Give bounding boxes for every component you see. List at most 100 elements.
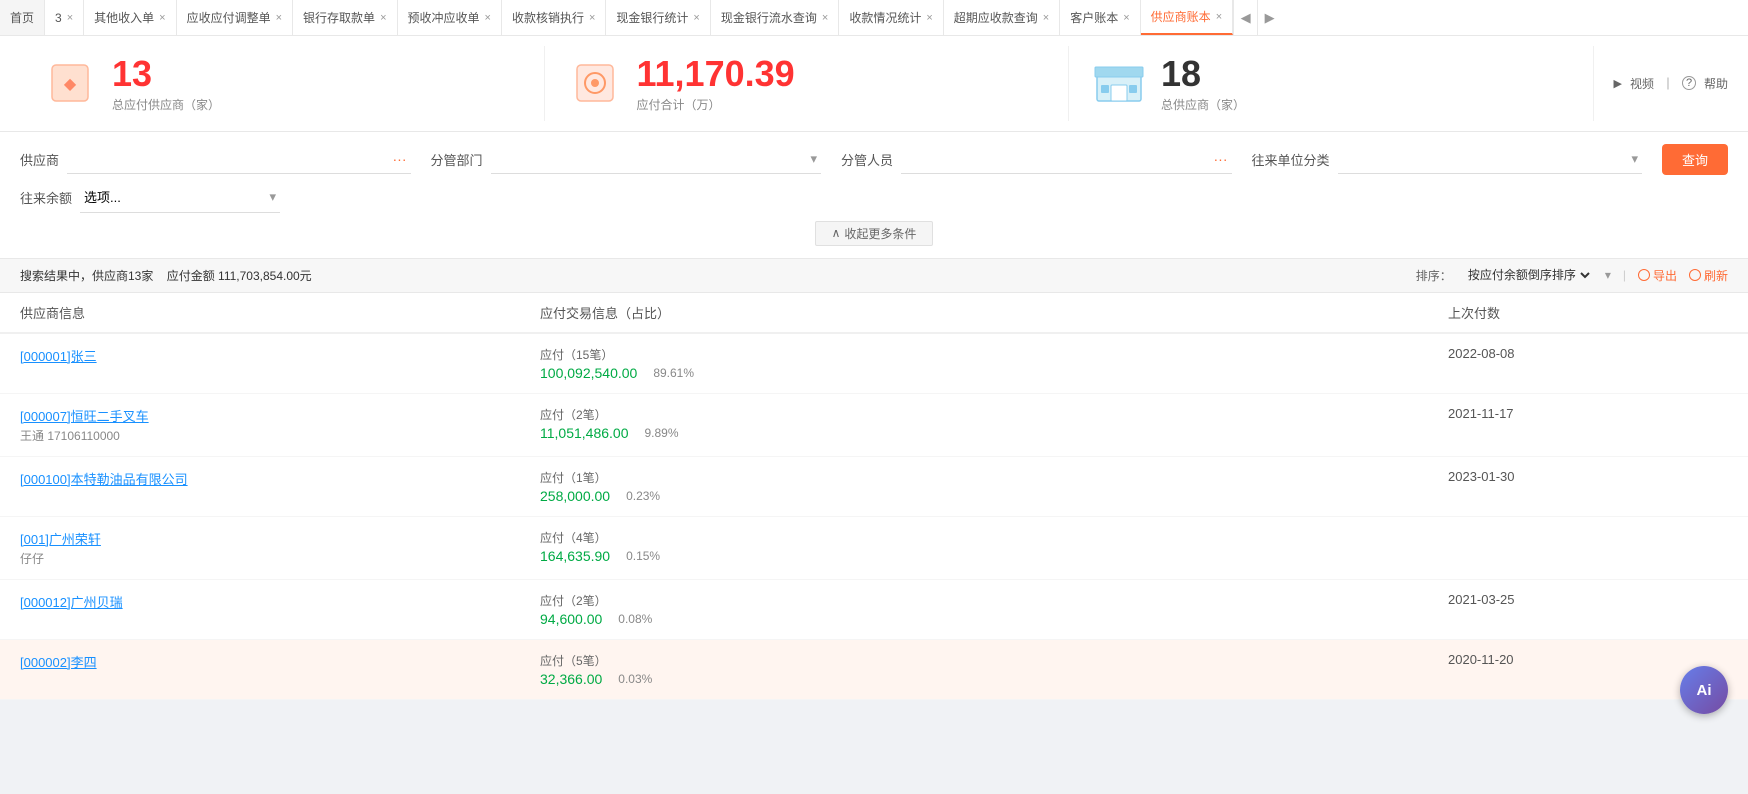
- tx-amount-2[interactable]: 11,051,486.00: [540, 425, 629, 441]
- collapse-bar: ∧ 收起更多条件: [20, 221, 1728, 246]
- query-button[interactable]: 查询: [1662, 144, 1728, 175]
- tx-label-1: 应付（15笔）: [540, 346, 1448, 363]
- balance-select[interactable]: 选项...: [80, 183, 280, 212]
- supplier-name-1[interactable]: [000001]张三: [20, 346, 540, 365]
- nav-tab-overdue-close[interactable]: ×: [1043, 12, 1049, 24]
- tx-label-3: 应付（1笔）: [540, 469, 1448, 486]
- nav-tab-bank[interactable]: 银行存取款单 ×: [293, 0, 397, 35]
- sort-select[interactable]: 按应付余额倒序排序: [1464, 267, 1593, 283]
- tx-amount-4[interactable]: 164,635.90: [540, 548, 610, 564]
- tx-cell-3: 应付（1笔） 258,000.00 0.23%: [540, 469, 1448, 504]
- nav-tab-cash-stats[interactable]: 现金银行统计 ×: [606, 0, 710, 35]
- nav-tab-collect-stats-label: 收款情况统计: [849, 9, 921, 26]
- stat-total-number: 11,170.39: [637, 54, 795, 94]
- tx-row-3: 258,000.00 0.23%: [540, 488, 1448, 504]
- nav-tab-cash-stats-close[interactable]: ×: [693, 12, 699, 24]
- category-select[interactable]: [1338, 144, 1642, 173]
- nav-tab-collect[interactable]: 收款核销执行 ×: [502, 0, 606, 35]
- nav-tab-collect-stats-close[interactable]: ×: [926, 12, 932, 24]
- nav-tab-prepay[interactable]: 预收冲应收单 ×: [398, 0, 502, 35]
- supplier-sub-2: 王通 17106110000: [20, 427, 540, 444]
- result-actions: 排序： 按应付余额倒序排序 ▾ | 导出 刷新: [1416, 267, 1728, 284]
- supplier-cell-6: [000002]李四: [20, 652, 540, 671]
- nav-tab-customer-close[interactable]: ×: [1123, 12, 1129, 24]
- supplier-dotted-icon: ···: [393, 151, 407, 167]
- tx-row-6: 32,366.00 0.03%: [540, 671, 1448, 687]
- last-pay-1: 2022-08-08: [1448, 346, 1515, 361]
- filter-row-2: 往来余额 选项... ▾: [20, 183, 1728, 213]
- collapse-button[interactable]: ∧ 收起更多条件: [815, 221, 934, 246]
- ai-button[interactable]: Ai: [1680, 666, 1728, 714]
- nav-tab-bank-close[interactable]: ×: [380, 12, 386, 24]
- category-select-wrapper[interactable]: ▾: [1338, 144, 1642, 174]
- tx-percent-1: 89.61%: [653, 366, 694, 380]
- tx-amount-6[interactable]: 32,366.00: [540, 671, 602, 687]
- stat-total-supplier-number: 18: [1161, 54, 1245, 94]
- nav-tab-other-income[interactable]: 其他收入单 ×: [84, 0, 176, 35]
- nav-tab-collect-stats[interactable]: 收款情况统计 ×: [839, 0, 943, 35]
- table-row: [000007]恒旺二手叉车 王通 17106110000 应付（2笔） 11,…: [0, 394, 1748, 457]
- nav-tab-cash-flow-close[interactable]: ×: [822, 12, 828, 24]
- supplier-cell-4: [001]广州荣轩 仔仔: [20, 529, 540, 567]
- supplier-input[interactable]: [71, 144, 392, 174]
- supplier-name-2[interactable]: [000007]恒旺二手叉车: [20, 406, 540, 425]
- nav-tab-prepay-close[interactable]: ×: [485, 12, 491, 24]
- nav-tab-overdue[interactable]: 超期应收款查询 ×: [944, 0, 1060, 35]
- help-link[interactable]: 帮助: [1704, 75, 1728, 92]
- nav-tab-supplier-close[interactable]: ×: [1216, 11, 1222, 23]
- nav-tab-other-income-close[interactable]: ×: [159, 12, 165, 24]
- nav-tab-3[interactable]: 3 ×: [45, 0, 84, 35]
- dept-select-wrapper[interactable]: ▾: [491, 144, 821, 174]
- supplier-name-3[interactable]: [000100]本特勒油品有限公司: [20, 469, 540, 488]
- refresh-label: 刷新: [1704, 267, 1728, 284]
- filter-person: 分管人员 ···: [841, 144, 1232, 174]
- nav-tab-bank-label: 银行存取款单: [303, 9, 375, 26]
- supplier-name-4[interactable]: [001]广州荣轩: [20, 529, 540, 548]
- tx-amount-5[interactable]: 94,600.00: [540, 611, 602, 627]
- tx-amount-3[interactable]: 258,000.00: [540, 488, 610, 504]
- nav-tab-cash-flow[interactable]: 现金银行流水查询 ×: [711, 0, 839, 35]
- export-label: 导出: [1653, 267, 1677, 284]
- filter-category-label: 往来单位分类: [1252, 150, 1330, 169]
- filter-supplier: 供应商 ···: [20, 144, 411, 174]
- supplier-cell-5: [000012]广州贝瑞: [20, 592, 540, 611]
- supplier-name-5[interactable]: [000012]广州贝瑞: [20, 592, 540, 611]
- grain-icon: [565, 56, 625, 111]
- nav-tab-adjust-close[interactable]: ×: [276, 12, 282, 24]
- filter-dept-label: 分管部门: [431, 150, 483, 169]
- nav-tab-home[interactable]: 首页: [0, 0, 45, 35]
- nav-tab-collect-close[interactable]: ×: [589, 12, 595, 24]
- supplier-name-6[interactable]: [000002]李四: [20, 652, 540, 671]
- video-link[interactable]: 视频: [1630, 75, 1654, 92]
- refresh-button[interactable]: 刷新: [1689, 267, 1728, 284]
- nav-next-arrow[interactable]: ▶: [1257, 0, 1281, 36]
- person-input[interactable]: [905, 144, 1213, 174]
- stat-right-links: ▶ 视频 ｜ ? 帮助: [1594, 46, 1729, 121]
- nav-tab-adjust[interactable]: 应收应付调整单 ×: [177, 0, 293, 35]
- filter-category: 往来单位分类 ▾: [1252, 144, 1643, 174]
- refresh-icon: [1689, 269, 1701, 281]
- tx-cell-1: 应付（15笔） 100,092,540.00 89.61%: [540, 346, 1448, 381]
- sort-chevron-icon: ▾: [1605, 268, 1611, 282]
- filter-supplier-label: 供应商: [20, 150, 59, 169]
- tx-amount-1[interactable]: 100,092,540.00: [540, 365, 637, 381]
- tx-row-5: 94,600.00 0.08%: [540, 611, 1448, 627]
- nav-tab-3-close[interactable]: ×: [67, 12, 73, 24]
- dept-select[interactable]: [491, 144, 821, 173]
- stats-bar: ◆ 13 总应付供应商（家） 11,170.39 应付合计（万）: [0, 36, 1748, 132]
- export-button[interactable]: 导出: [1638, 267, 1677, 284]
- top-navigation: 首页 3 × 其他收入单 × 应收应付调整单 × 银行存取款单 × 预收冲应收单…: [0, 0, 1748, 36]
- nav-tab-other-income-label: 其他收入单: [94, 9, 154, 26]
- balance-select-wrapper[interactable]: 选项... ▾: [80, 183, 280, 213]
- nav-tab-supplier[interactable]: 供应商账本 ×: [1141, 0, 1233, 35]
- filter-area: 供应商 ··· 分管部门 ▾ 分管人员 ···: [0, 132, 1748, 259]
- result-info: 搜索结果中，供应商13家 应付金额 111,703,854.00元: [20, 267, 312, 284]
- sort-label: 排序：: [1416, 267, 1452, 284]
- result-supplier-count: 搜索结果中，供应商13家: [20, 269, 153, 283]
- supplier-sub-4: 仔仔: [20, 550, 540, 567]
- nav-prev-arrow[interactable]: ◀: [1233, 0, 1257, 36]
- last-pay-3: 2023-01-30: [1448, 469, 1515, 484]
- nav-tab-customer[interactable]: 客户账本 ×: [1060, 0, 1140, 35]
- stat-payable-label: 总应付供应商（家）: [112, 96, 220, 113]
- nav-tab-home-label: 首页: [10, 9, 34, 26]
